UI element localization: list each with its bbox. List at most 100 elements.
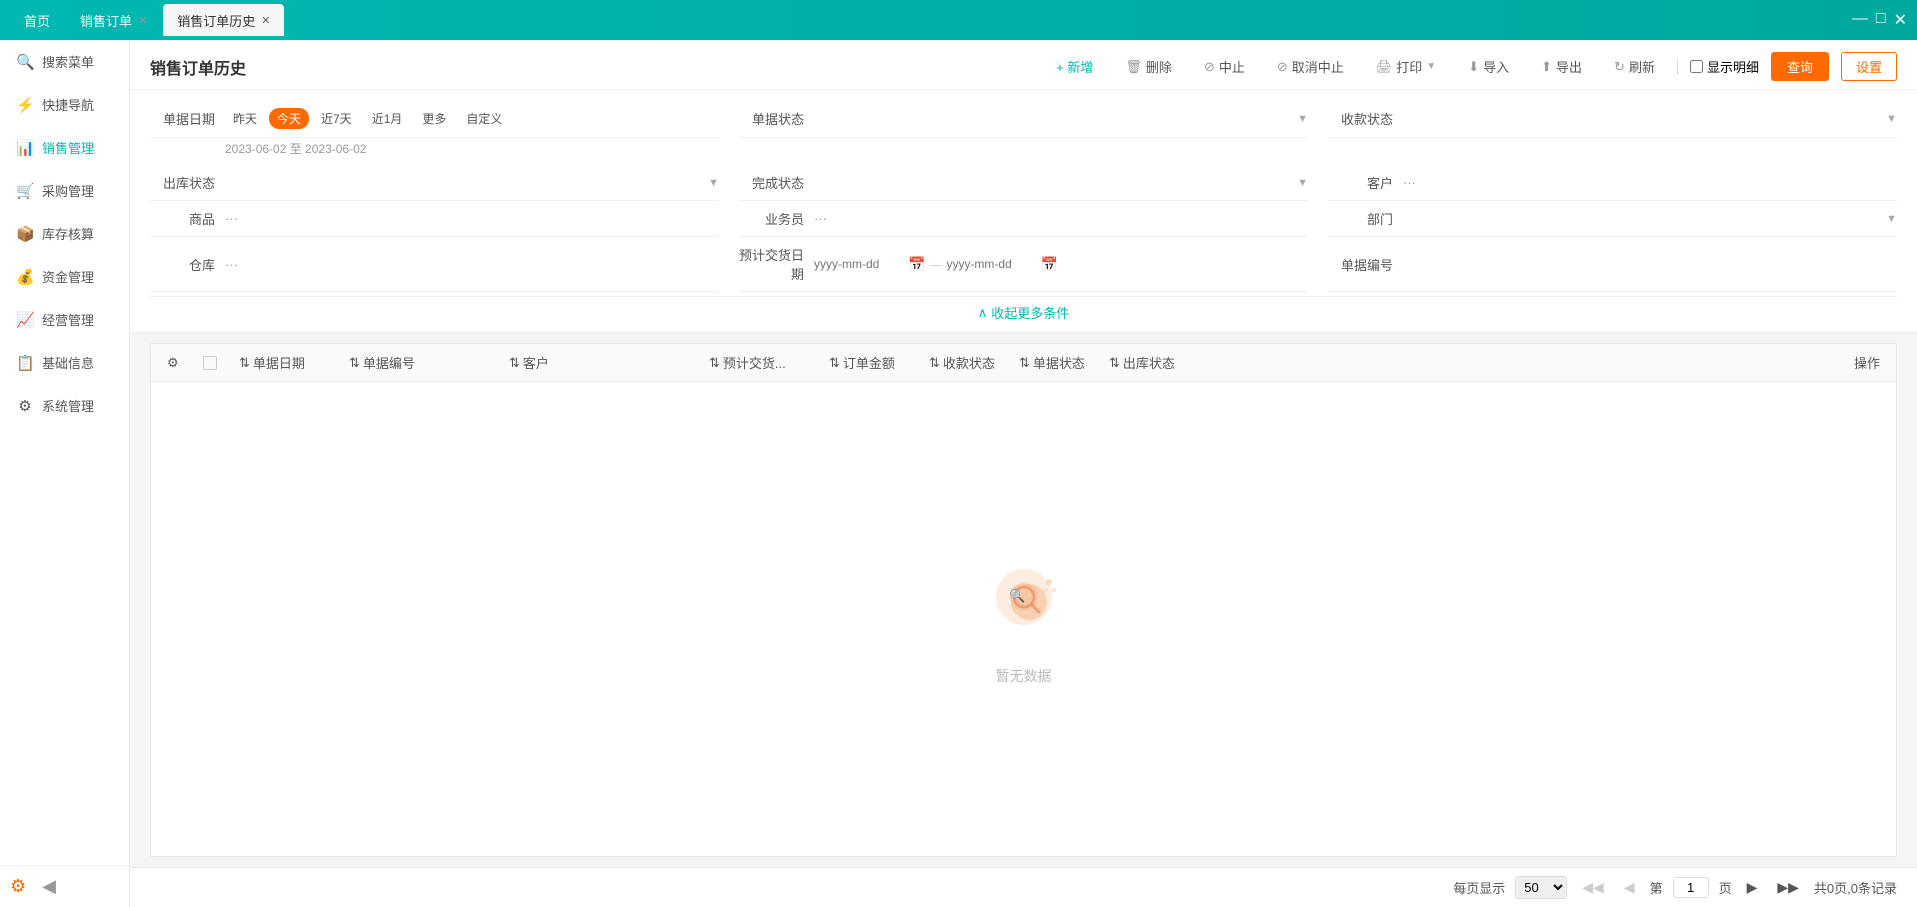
- th-settings[interactable]: ⚙: [159, 355, 195, 371]
- cancel-stop-button[interactable]: ⊘ 取消中止: [1267, 52, 1354, 81]
- query-button[interactable]: 查询: [1771, 52, 1829, 81]
- new-button[interactable]: + 新增: [1046, 52, 1103, 81]
- sidebar-item-finance[interactable]: 💰 资金管理: [0, 255, 129, 298]
- show-detail-label: 显示明细: [1707, 57, 1759, 76]
- tab-sales-order-close[interactable]: ✕: [138, 14, 147, 27]
- doc-no-label: 单据编号: [1328, 255, 1403, 274]
- sidebar-item-inventory[interactable]: 📦 库存核算: [0, 212, 129, 255]
- th-doc-status[interactable]: ⇅ 单据状态: [1011, 353, 1101, 372]
- delivery-date-from-input[interactable]: [814, 257, 904, 271]
- salesman-value[interactable]: ···: [814, 211, 1308, 226]
- out-status-value[interactable]: ▼: [225, 177, 719, 189]
- date-btn-1month[interactable]: 近1月: [364, 108, 411, 129]
- sidebar-item-search[interactable]: 🔍 搜索菜单: [0, 40, 129, 83]
- date-range-text: 2023-06-02 至 2023-06-02: [225, 140, 366, 157]
- date-btn-yesterday[interactable]: 昨天: [225, 108, 265, 129]
- settings-button[interactable]: 设置: [1841, 52, 1897, 81]
- pay-status-label: 收款状态: [1328, 109, 1403, 128]
- filter-cell-doc-status: 单据状态 ▼: [739, 100, 1308, 138]
- dept-label: 部门: [1328, 209, 1403, 228]
- customer-value[interactable]: ···: [1403, 175, 1897, 190]
- sidebar-settings-icon[interactable]: ⚙: [10, 876, 26, 897]
- th-customer[interactable]: ⇅ 客户: [501, 353, 701, 372]
- filter-area: 单据日期 昨天 今天 近7天 近1月 更多 自定义 单据状态: [130, 90, 1917, 333]
- filter-cell-goods: 商品 ···: [150, 201, 719, 237]
- filter-row-4: 仓库 ··· 预计交货日期 📅 — 📅 单据编号: [150, 237, 1897, 292]
- sidebar-item-finance-label: 资金管理: [42, 267, 94, 286]
- tab-home[interactable]: 首页: [10, 4, 64, 36]
- th-action: 操作: [1191, 353, 1888, 372]
- sidebar-item-search-label: 搜索菜单: [42, 52, 94, 71]
- print-button[interactable]: 🖨 打印 ▼: [1366, 52, 1446, 81]
- sidebar-item-sales[interactable]: 📊 销售管理: [0, 126, 129, 169]
- sidebar-item-system[interactable]: ⚙ 系统管理: [0, 384, 129, 427]
- select-all-checkbox[interactable]: [203, 356, 217, 370]
- date-btn-more[interactable]: 更多: [414, 108, 454, 129]
- complete-status-value[interactable]: ▼: [814, 177, 1308, 189]
- th-amount[interactable]: ⇅ 订单金额: [821, 353, 921, 372]
- table-container: ⚙ ⇅ 单据日期 ⇅ 单据编号 ⇅ 客户: [150, 343, 1897, 857]
- pay-status-value[interactable]: ▼: [1403, 113, 1897, 125]
- show-detail-checkbox-label[interactable]: 显示明细: [1690, 57, 1759, 76]
- sidebar-collapse-icon[interactable]: ◀: [42, 876, 56, 897]
- page-size-select[interactable]: 50 100 200: [1515, 876, 1567, 899]
- sidebar-item-operations[interactable]: 📈 经营管理: [0, 298, 129, 341]
- last-page-button[interactable]: ▶▶: [1772, 877, 1804, 898]
- close-window-button[interactable]: ✕: [1894, 10, 1907, 30]
- dept-value[interactable]: ▼: [1403, 213, 1897, 225]
- quicknav-icon: ⚡: [16, 96, 34, 114]
- delete-button[interactable]: 🗑 删除: [1115, 52, 1182, 81]
- filter-cell-customer: 客户 ···: [1328, 165, 1897, 201]
- tab-sales-order-history[interactable]: 销售订单历史 ✕: [163, 4, 284, 36]
- window-controls: — □ ✕: [1852, 10, 1907, 30]
- sidebar-item-basic-info[interactable]: 📋 基础信息: [0, 341, 129, 384]
- goods-value[interactable]: ···: [225, 211, 719, 226]
- import-button[interactable]: ⬇ 导入: [1458, 52, 1519, 81]
- collapse-button[interactable]: ∧ 收起更多条件: [150, 296, 1897, 322]
- print-icon: 🖨: [1376, 59, 1393, 75]
- date-btn-today[interactable]: 今天: [269, 108, 309, 129]
- th-delivery[interactable]: ⇅ 预计交货...: [701, 353, 821, 372]
- th-out-status-label: 出库状态: [1123, 353, 1175, 372]
- th-doc-status-label: 单据状态: [1033, 353, 1085, 372]
- dept-arrow: ▼: [1886, 213, 1897, 225]
- show-detail-checkbox[interactable]: [1690, 60, 1703, 73]
- filter-cell-salesman: 业务员 ···: [739, 201, 1308, 237]
- tab-sales-order[interactable]: 销售订单 ✕: [66, 4, 161, 36]
- delivery-date-to-input[interactable]: [946, 257, 1036, 271]
- sidebar-item-purchase-label: 采购管理: [42, 181, 94, 200]
- tab-sales-order-history-close[interactable]: ✕: [261, 14, 270, 27]
- sidebar-item-purchase[interactable]: 🛒 采购管理: [0, 169, 129, 212]
- total-label: 共0页,0条记录: [1814, 878, 1897, 897]
- cancel-stop-icon: ⊘: [1277, 59, 1288, 75]
- salesman-label: 业务员: [739, 209, 814, 228]
- th-date[interactable]: ⇅ 单据日期: [231, 353, 341, 372]
- date-btn-custom[interactable]: 自定义: [458, 108, 510, 129]
- out-status-arrow: ▼: [708, 177, 719, 189]
- page-number-input[interactable]: [1673, 877, 1709, 898]
- export-button[interactable]: ⬆ 导出: [1531, 52, 1592, 81]
- doc-status-value[interactable]: ▼: [814, 113, 1308, 125]
- prev-page-button[interactable]: ◀: [1619, 877, 1640, 898]
- date-value: 昨天 今天 近7天 近1月 更多 自定义: [225, 108, 719, 129]
- th-out-status[interactable]: ⇅ 出库状态: [1101, 353, 1191, 372]
- th-no[interactable]: ⇅ 单据编号: [341, 353, 501, 372]
- maximize-button[interactable]: □: [1876, 10, 1886, 30]
- tab-list: 首页 销售订单 ✕ 销售订单历史 ✕: [10, 4, 1852, 36]
- svg-text:🔍: 🔍: [1009, 587, 1025, 603]
- sales-icon: 📊: [16, 139, 34, 157]
- date-buttons: 昨天 今天 近7天 近1月 更多 自定义: [225, 108, 510, 129]
- next-page-button[interactable]: ▶: [1742, 877, 1763, 898]
- delivery-date-label: 预计交货日期: [739, 245, 814, 283]
- refresh-button[interactable]: ↻ 刷新: [1604, 52, 1665, 81]
- th-pay-status[interactable]: ⇅ 收款状态: [921, 353, 1011, 372]
- first-page-button[interactable]: ◀◀: [1577, 877, 1609, 898]
- operations-icon: 📈: [16, 311, 34, 329]
- warehouse-value[interactable]: ···: [225, 257, 719, 272]
- refresh-icon: ↻: [1614, 59, 1625, 75]
- date-btn-7days[interactable]: 近7天: [313, 108, 360, 129]
- table-header: ⚙ ⇅ 单据日期 ⇅ 单据编号 ⇅ 客户: [151, 344, 1896, 382]
- minimize-button[interactable]: —: [1852, 10, 1868, 30]
- sidebar-item-quicknav[interactable]: ⚡ 快捷导航: [0, 83, 129, 126]
- stop-button[interactable]: ⊘ 中止: [1194, 52, 1255, 81]
